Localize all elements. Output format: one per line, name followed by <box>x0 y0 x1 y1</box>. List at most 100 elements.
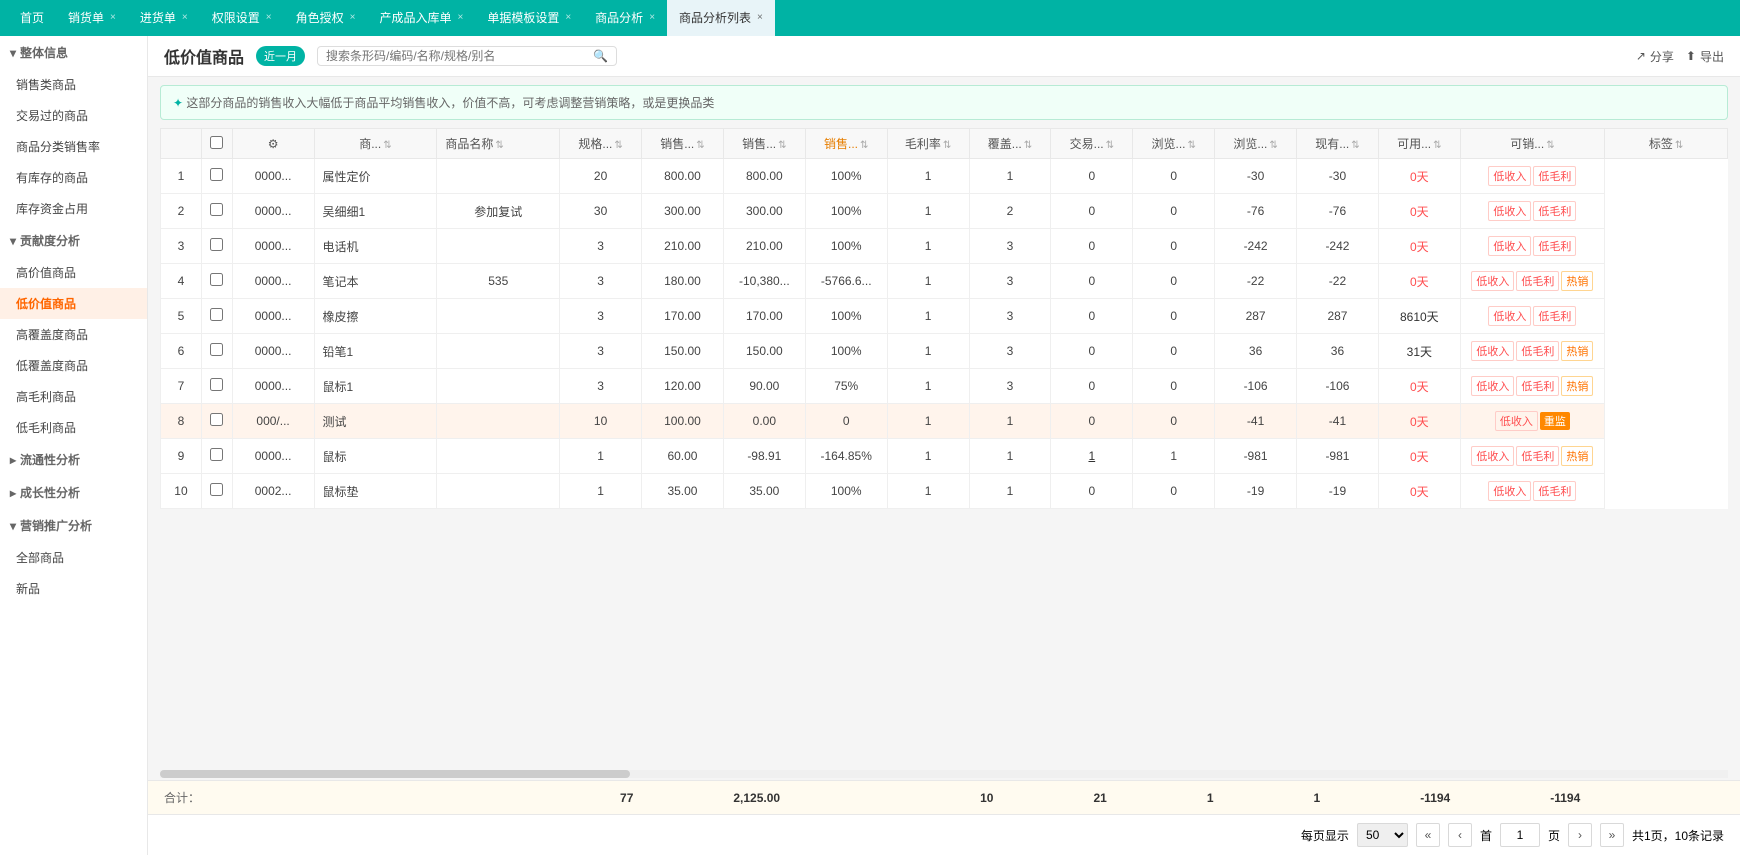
row-check[interactable] <box>201 404 232 439</box>
col-header-sales1[interactable]: 销售...⇅ <box>642 129 724 159</box>
row-check[interactable] <box>201 369 232 404</box>
row-checkbox[interactable] <box>210 308 223 321</box>
row-checkbox[interactable] <box>210 413 223 426</box>
search-icon[interactable]: 🔍 <box>593 49 608 63</box>
sidebar-item-stock-capital[interactable]: 库存资金占用 <box>0 193 147 224</box>
col-header-browse1[interactable]: 浏览...⇅ <box>1133 129 1215 159</box>
sidebar-item-sales-products[interactable]: 销售类商品 <box>0 69 147 100</box>
close-icon[interactable]: × <box>182 0 188 36</box>
row-check[interactable] <box>201 159 232 194</box>
row-checkbox[interactable] <box>210 448 223 461</box>
row-checkbox[interactable] <box>210 483 223 496</box>
row-browse1[interactable]: 0 <box>1051 474 1133 509</box>
nav-purchase-order[interactable]: 进货单 × <box>128 0 200 36</box>
row-checkbox[interactable] <box>210 238 223 251</box>
row-browse1[interactable]: 0 <box>1051 299 1133 334</box>
sidebar-item-all-products[interactable]: 全部商品 <box>0 542 147 573</box>
nav-home[interactable]: 首页 <box>8 0 56 36</box>
prev-page-button[interactable]: ‹ <box>1448 823 1472 847</box>
browse-value: 0 <box>1088 379 1095 393</box>
row-browse1[interactable]: 0 <box>1051 159 1133 194</box>
col-header-spec[interactable]: 规格...⇅ <box>560 129 642 159</box>
browse-link[interactable]: 1 <box>1088 449 1095 463</box>
close-icon[interactable]: × <box>266 0 272 36</box>
sidebar-item-traded-products[interactable]: 交易过的商品 <box>0 100 147 131</box>
row-check[interactable] <box>201 229 232 264</box>
sidebar-item-high-margin[interactable]: 高毛利商品 <box>0 381 147 412</box>
last-page-button[interactable]: » <box>1600 823 1624 847</box>
search-input[interactable] <box>326 49 593 63</box>
next-page-button[interactable]: › <box>1568 823 1592 847</box>
col-header-tags[interactable]: 标签⇅ <box>1605 129 1728 159</box>
nav-permission-settings[interactable]: 权限设置 × <box>200 0 284 36</box>
first-page-button[interactable]: « <box>1416 823 1440 847</box>
col-header-cover[interactable]: 覆盖...⇅ <box>969 129 1051 159</box>
row-browse1[interactable]: 0 <box>1051 264 1133 299</box>
row-browse1[interactable]: 1 <box>1051 439 1133 474</box>
sidebar-item-low-value[interactable]: 低价值商品 <box>0 288 147 319</box>
col-header-code[interactable]: 商...⇅ <box>314 129 437 159</box>
sidebar-item-category-rate[interactable]: 商品分类销售率 <box>0 131 147 162</box>
col-header-gross[interactable]: 毛利率⇅ <box>887 129 969 159</box>
row-browse1[interactable]: 0 <box>1051 369 1133 404</box>
page-number-input[interactable] <box>1500 823 1540 847</box>
nav-sales-order[interactable]: 销货单 × <box>56 0 128 36</box>
nav-role-auth[interactable]: 角色授权 × <box>284 0 368 36</box>
close-icon[interactable]: × <box>565 0 571 36</box>
col-header-trans[interactable]: 交易...⇅ <box>1051 129 1133 159</box>
col-header-name[interactable]: 商品名称⇅ <box>437 129 560 159</box>
sidebar-item-low-coverage[interactable]: 低覆盖度商品 <box>0 350 147 381</box>
row-check[interactable] <box>201 264 232 299</box>
nav-template-settings[interactable]: 单据模板设置 × <box>475 0 583 36</box>
time-badge[interactable]: 近一月 <box>256 46 305 66</box>
nav-product-analysis-list[interactable]: 商品分析列表 × <box>667 0 775 36</box>
close-icon[interactable]: × <box>110 0 116 36</box>
nav-product-analysis[interactable]: 商品分析 × <box>583 0 667 36</box>
col-header-browse2[interactable]: 浏览...⇅ <box>1215 129 1297 159</box>
sidebar-section-overall[interactable]: ▾ 整体信息 <box>0 36 147 69</box>
row-check[interactable] <box>201 194 232 229</box>
sidebar-item-high-value[interactable]: 高价值商品 <box>0 257 147 288</box>
sidebar-item-new-products[interactable]: 新品 <box>0 573 147 604</box>
col-header-sales2[interactable]: 销售...⇅ <box>723 129 805 159</box>
row-check[interactable] <box>201 474 232 509</box>
row-browse1[interactable]: 0 <box>1051 404 1133 439</box>
row-checkbox[interactable] <box>210 203 223 216</box>
close-icon[interactable]: × <box>757 0 763 36</box>
row-checkbox[interactable] <box>210 343 223 356</box>
row-check[interactable] <box>201 299 232 334</box>
row-check[interactable] <box>201 334 232 369</box>
horizontal-scrollbar[interactable] <box>160 770 1728 778</box>
sidebar-item-high-coverage[interactable]: 高覆盖度商品 <box>0 319 147 350</box>
scrollbar-thumb[interactable] <box>160 770 630 778</box>
row-checkbox[interactable] <box>210 273 223 286</box>
select-all-checkbox[interactable] <box>210 136 223 149</box>
close-icon[interactable]: × <box>649 0 655 36</box>
sidebar-section-contribution[interactable]: ▾ 贡献度分析 <box>0 224 147 257</box>
nav-product-storage[interactable]: 产成品入库单 × <box>367 0 475 36</box>
row-spec <box>437 474 560 509</box>
close-icon[interactable]: × <box>350 0 356 36</box>
col-header-stock1[interactable]: 现有...⇅ <box>1297 129 1379 159</box>
col-header-stock2[interactable]: 可用...⇅ <box>1378 129 1460 159</box>
sidebar-section-growth[interactable]: ▸ 成长性分析 <box>0 476 147 509</box>
sidebar-section-marketing[interactable]: ▾ 营销推广分析 <box>0 509 147 542</box>
sidebar-section-liquidity[interactable]: ▸ 流通性分析 <box>0 443 147 476</box>
col-header-sales3[interactable]: 销售...⇅ <box>805 129 887 159</box>
per-page-select[interactable]: 50 100 <box>1357 823 1408 847</box>
share-button[interactable]: ↗ 分享 <box>1636 48 1674 65</box>
row-checkbox[interactable] <box>210 168 223 181</box>
row-browse1[interactable]: 0 <box>1051 334 1133 369</box>
col-header-settings[interactable]: ⚙ <box>232 129 314 159</box>
sidebar-item-stock-products[interactable]: 有库存的商品 <box>0 162 147 193</box>
close-icon[interactable]: × <box>457 0 463 36</box>
sidebar-item-low-margin[interactable]: 低毛利商品 <box>0 412 147 443</box>
export-button[interactable]: ⬆ 导出 <box>1686 48 1724 65</box>
row-gross: -164.85% <box>805 439 887 474</box>
browse-value: 0 <box>1088 274 1095 288</box>
row-checkbox[interactable] <box>210 378 223 391</box>
row-browse1[interactable]: 0 <box>1051 194 1133 229</box>
row-browse1[interactable]: 0 <box>1051 229 1133 264</box>
row-check[interactable] <box>201 439 232 474</box>
col-header-sell[interactable]: 可销...⇅ <box>1460 129 1604 159</box>
